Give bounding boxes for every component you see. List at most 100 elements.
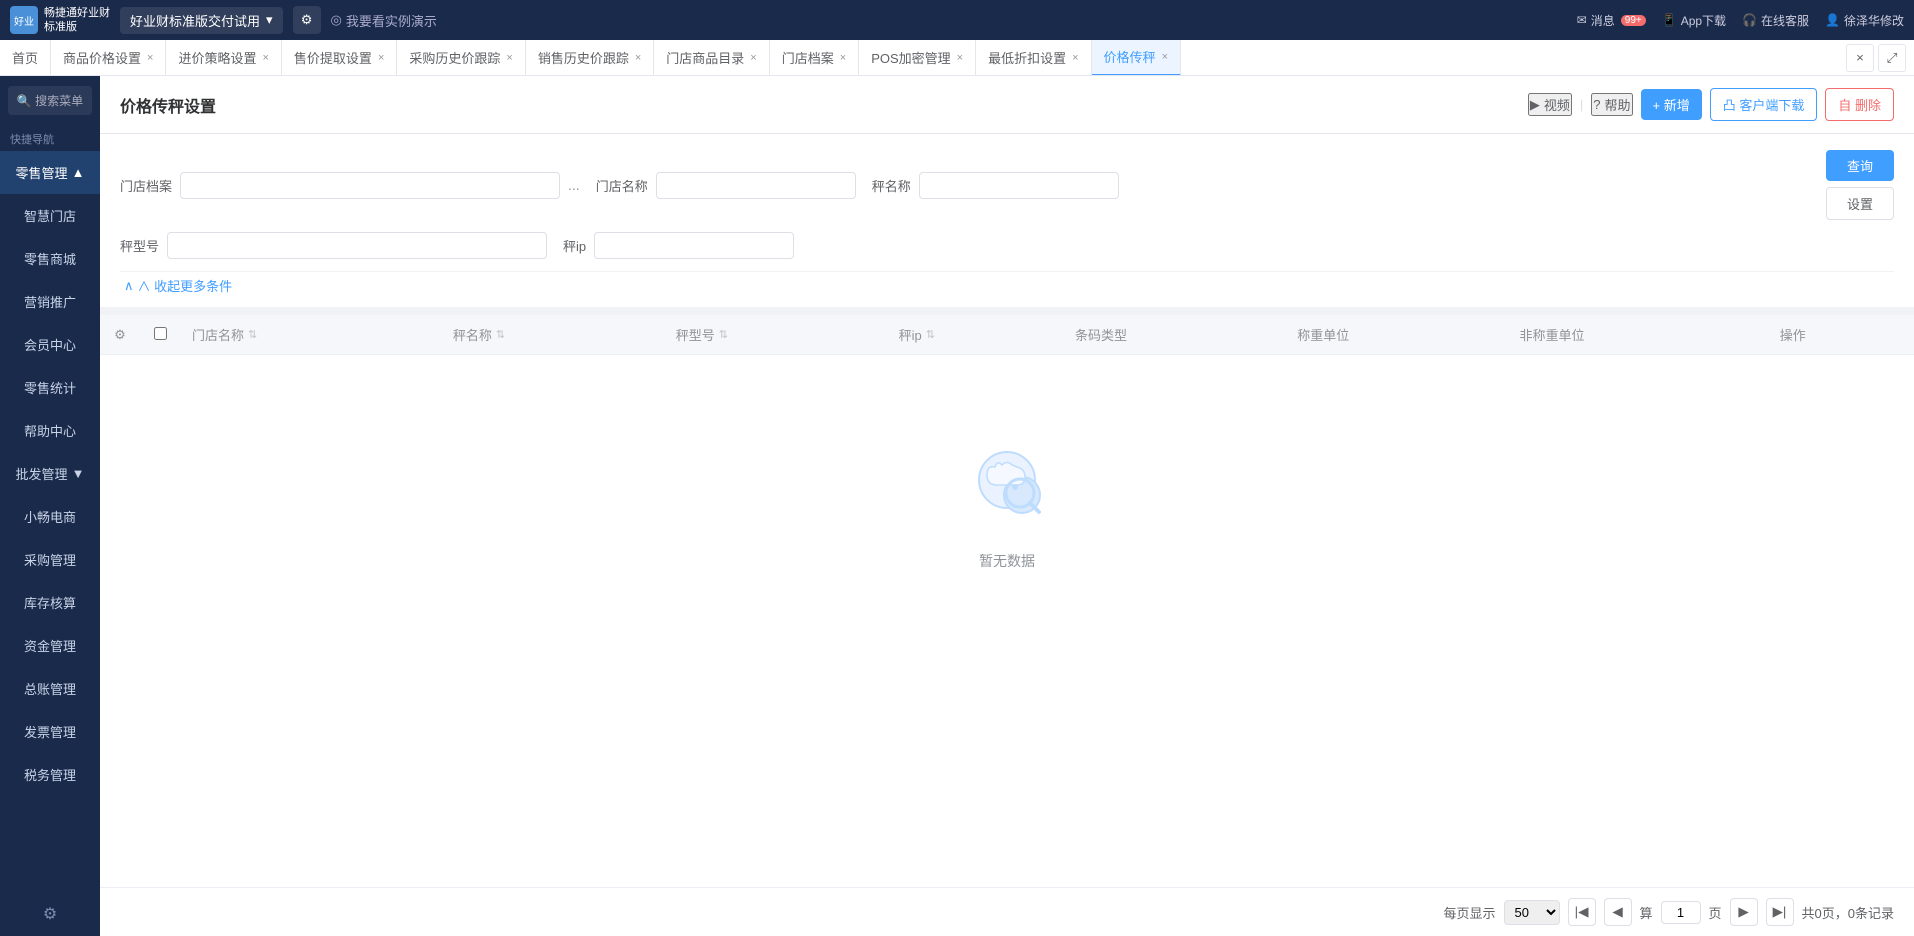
- page-number-input[interactable]: [1661, 901, 1701, 924]
- first-page-button[interactable]: |◀: [1568, 898, 1596, 926]
- tab-close-store-profile[interactable]: ×: [840, 52, 846, 64]
- tab-price-transfer[interactable]: 价格传秤 ×: [1092, 40, 1181, 76]
- user-icon: 👤: [1825, 13, 1840, 27]
- app-download-button[interactable]: 📱 App下载: [1662, 12, 1726, 29]
- sort-scale-name-icon[interactable]: ⇅: [496, 328, 505, 341]
- per-page-label: 每页显示: [1443, 903, 1495, 922]
- store-name-input[interactable]: [656, 172, 856, 199]
- chevron-down-icon: ▼: [72, 466, 85, 481]
- tab-close-purchase-strategy[interactable]: ×: [262, 52, 268, 64]
- sort-scale-model-icon[interactable]: ⇅: [719, 328, 728, 341]
- sidebar-item-wholesale[interactable]: 批发管理 ▼: [0, 452, 100, 495]
- per-page-select[interactable]: 50 10 20 100: [1504, 900, 1560, 925]
- sidebar-item-label: 批发管理: [16, 464, 68, 483]
- sidebar-item-retail-mall[interactable]: 零售商城: [0, 237, 100, 280]
- client-download-button[interactable]: 凸 客户端下载: [1710, 88, 1818, 121]
- store-profile-dots-button[interactable]: ...: [568, 177, 580, 193]
- question-icon: ?: [1593, 97, 1600, 112]
- tab-close-price-transfer[interactable]: ×: [1162, 51, 1168, 63]
- main-layout: 🔍 搜索菜单 快捷导航 零售管理 ▲ 智慧门店 零售商城 营销推广 会员中心 零…: [0, 76, 1914, 936]
- tab-min-discount[interactable]: 最低折扣设置 ×: [976, 40, 1091, 76]
- tab-sale-extract[interactable]: 售价提取设置 ×: [282, 40, 397, 76]
- tab-store-profile[interactable]: 门店档案 ×: [770, 40, 859, 76]
- sidebar-search-button[interactable]: 🔍 搜索菜单: [8, 86, 92, 115]
- filter-row-1: 门店档案 ... 门店名称 秤名称 查询 设置: [120, 150, 1894, 220]
- tab-close-sale-extract[interactable]: ×: [378, 52, 384, 64]
- tab-bar-actions: × ⤢: [1846, 44, 1914, 72]
- settings-icon[interactable]: ⚙: [293, 6, 321, 34]
- sidebar-item-label: 总账管理: [24, 679, 76, 698]
- pagination: 每页显示 50 10 20 100 |◀ ◀ 算 页 ▶ ▶| 共0页，0条记录: [100, 887, 1914, 936]
- th-store-name: 门店名称 ⇅: [180, 315, 441, 355]
- tab-sale-history[interactable]: 销售历史价跟踪 ×: [526, 40, 654, 76]
- sidebar-item-purchase[interactable]: 采购管理: [0, 538, 100, 581]
- filter-area: 门店档案 ... 门店名称 秤名称 查询 设置: [100, 134, 1914, 307]
- next-page-button[interactable]: ▶: [1730, 898, 1758, 926]
- sidebar-item-tax[interactable]: 税务管理: [0, 753, 100, 796]
- empty-icon: [957, 435, 1057, 535]
- tab-close-price-settings[interactable]: ×: [147, 52, 153, 64]
- sidebar-item-finance[interactable]: 资金管理: [0, 624, 100, 667]
- sidebar-item-smart-store[interactable]: 智慧门店: [0, 194, 100, 237]
- scale-ip-input[interactable]: [594, 232, 794, 259]
- sidebar: 🔍 搜索菜单 快捷导航 零售管理 ▲ 智慧门店 零售商城 营销推广 会员中心 零…: [0, 76, 100, 936]
- sidebar-item-member[interactable]: 会员中心: [0, 323, 100, 366]
- sidebar-item-ledger[interactable]: 总账管理: [0, 667, 100, 710]
- chevron-up-icon: ▲: [72, 165, 85, 180]
- th-scale-ip: 秤ip ⇅: [887, 315, 1063, 355]
- sidebar-item-mini-ec[interactable]: 小畅电商: [0, 495, 100, 538]
- sidebar-item-invoice[interactable]: 发票管理: [0, 710, 100, 753]
- tab-price-settings[interactable]: 商品价格设置 ×: [51, 40, 166, 76]
- set-button[interactable]: 设置: [1826, 187, 1894, 220]
- top-right-area: ✉ 消息 99+ 📱 App下载 🎧 在线客服 👤 徐泽华修改: [1577, 12, 1904, 29]
- query-button[interactable]: 查询: [1826, 150, 1894, 181]
- scale-name-input[interactable]: [919, 172, 1119, 199]
- sort-store-name-icon[interactable]: ⇅: [248, 328, 257, 341]
- sidebar-item-inventory[interactable]: 库存核算: [0, 581, 100, 624]
- close-tab-button[interactable]: ×: [1846, 44, 1874, 72]
- collapse-button[interactable]: ∧ ∧ 收起更多条件: [124, 276, 232, 295]
- sort-scale-ip-icon[interactable]: ⇅: [926, 328, 935, 341]
- add-button[interactable]: + 新增: [1641, 89, 1702, 120]
- tab-close-min-discount[interactable]: ×: [1072, 52, 1078, 64]
- sidebar-item-retail[interactable]: 零售管理 ▲: [0, 151, 100, 194]
- demo-button[interactable]: ◎ 我要看实例演示: [331, 11, 437, 30]
- sidebar-item-retail-stats[interactable]: 零售统计: [0, 366, 100, 409]
- tab-close-sale-history[interactable]: ×: [635, 52, 641, 64]
- sidebar-item-marketing[interactable]: 营销推广: [0, 280, 100, 323]
- tab-pos-security[interactable]: POS加密管理 ×: [859, 40, 976, 76]
- tab-close-purchase-history[interactable]: ×: [506, 52, 512, 64]
- tab-store-catalog[interactable]: 门店商品目录 ×: [654, 40, 769, 76]
- tab-purchase-history[interactable]: 采购历史价跟踪 ×: [397, 40, 525, 76]
- last-page-button[interactable]: ▶|: [1766, 898, 1794, 926]
- sidebar-settings-button[interactable]: ⚙: [0, 892, 100, 936]
- sidebar-nav-label: 快捷导航: [0, 125, 100, 151]
- version-selector[interactable]: 好业财标准版交付试用 ▾: [120, 7, 283, 34]
- logo-text: 畅捷通好业财 标准版: [44, 6, 110, 35]
- sidebar-item-label: 零售统计: [24, 378, 76, 397]
- tab-purchase-strategy[interactable]: 进价策略设置 ×: [166, 40, 281, 76]
- help-button[interactable]: ? 帮助: [1591, 93, 1632, 116]
- sidebar-search-area: 🔍 搜索菜单: [0, 76, 100, 125]
- store-profile-input[interactable]: [180, 172, 560, 199]
- gear-icon[interactable]: ⚙: [114, 327, 126, 342]
- content-area: 价格传秤设置 ▶ 视频 | ? 帮助 + 新增 凸 客户端下载 自: [100, 76, 1914, 936]
- page-header: 价格传秤设置 ▶ 视频 | ? 帮助 + 新增 凸 客户端下载 自: [100, 76, 1914, 134]
- filter-store-name: 门店名称: [596, 172, 856, 199]
- message-button[interactable]: ✉ 消息 99+: [1577, 12, 1646, 29]
- sidebar-item-help[interactable]: 帮助中心: [0, 409, 100, 452]
- online-service-button[interactable]: 🎧 在线客服: [1742, 12, 1809, 29]
- select-all-checkbox[interactable]: [154, 327, 167, 340]
- sidebar-item-label: 发票管理: [24, 722, 76, 741]
- tab-close-pos-security[interactable]: ×: [957, 52, 963, 64]
- user-menu[interactable]: 👤 徐泽华修改: [1825, 12, 1904, 29]
- delete-button[interactable]: 自 删除: [1825, 88, 1894, 121]
- prev-page-button[interactable]: ◀: [1604, 898, 1632, 926]
- search-btn-area: 查询 设置: [1826, 150, 1894, 220]
- scale-model-input[interactable]: [167, 232, 547, 259]
- filter-row-2: 秤型号 秤ip: [120, 232, 1894, 259]
- tab-home[interactable]: 首页: [0, 40, 51, 76]
- expand-tab-button[interactable]: ⤢: [1878, 44, 1906, 72]
- tab-close-store-catalog[interactable]: ×: [750, 52, 756, 64]
- video-button[interactable]: ▶ 视频: [1528, 93, 1572, 116]
